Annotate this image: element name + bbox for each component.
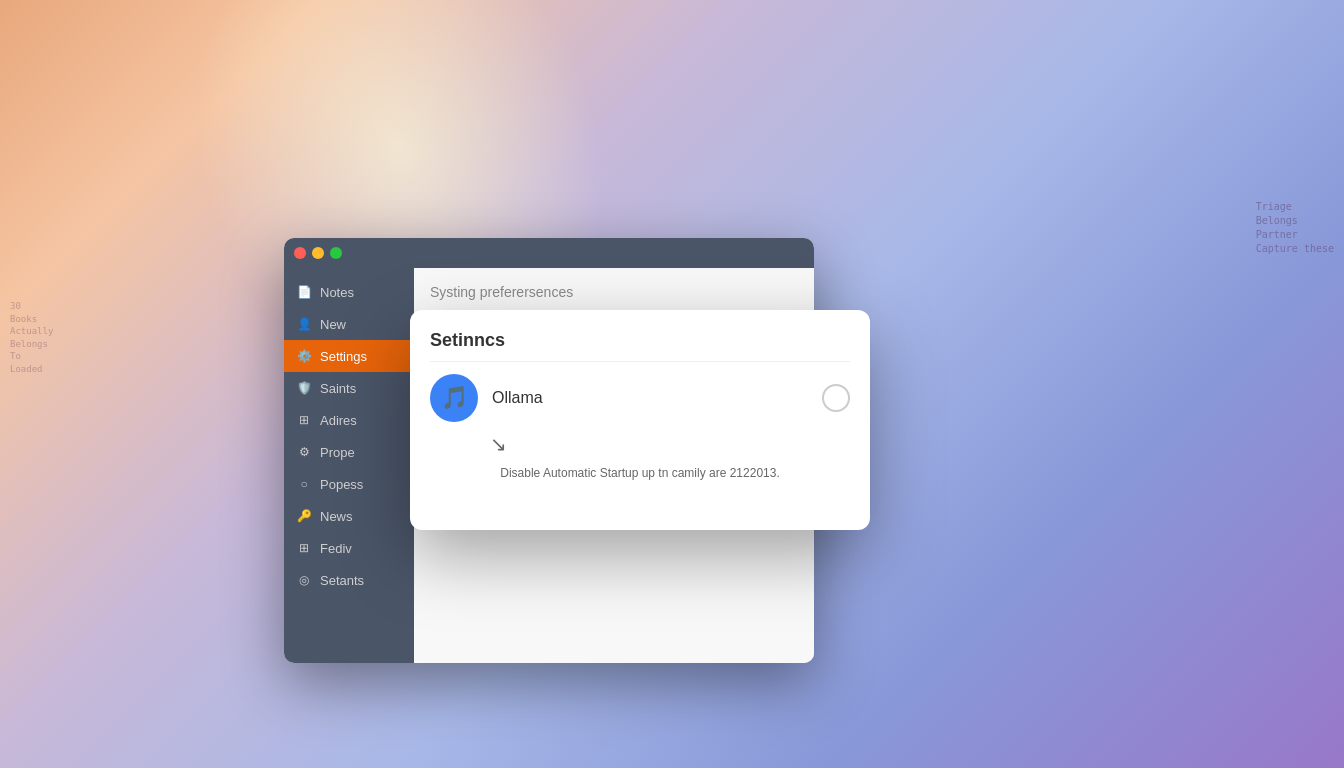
settings-dialog: Setinncs 🎵 Ollama ↘ Disable Automatic St…: [410, 310, 870, 530]
sidebar-item-popess[interactable]: ○ Popess: [284, 468, 414, 500]
adires-icon: ⊞: [296, 412, 312, 428]
arrow-icon: ↘: [490, 432, 850, 456]
sidebar-item-fediv[interactable]: ⊞ Fediv: [284, 532, 414, 564]
dialog-title: Setinncs: [430, 330, 850, 362]
sidebar-item-label: Setants: [320, 573, 364, 588]
sidebar-item-adires[interactable]: ⊞ Adires: [284, 404, 414, 436]
fediv-icon: ⊞: [296, 540, 312, 556]
sidebar-item-label: News: [320, 509, 353, 524]
maximize-button[interactable]: [330, 247, 342, 259]
dialog-description: Disable Automatic Startup up tn camily a…: [430, 466, 850, 480]
notes-icon: 📄: [296, 284, 312, 300]
sidebar-item-notes[interactable]: 📄 Notes: [284, 276, 414, 308]
popess-icon: ○: [296, 476, 312, 492]
minimize-button[interactable]: [312, 247, 324, 259]
sidebar-item-label: Settings: [320, 349, 367, 364]
window-titlebar: [284, 238, 814, 268]
sidebar-item-label: Popess: [320, 477, 363, 492]
sidebar-item-news[interactable]: 🔑 News: [284, 500, 414, 532]
news-icon: 🔑: [296, 508, 312, 524]
sidebar-item-setants[interactable]: ◎ Setants: [284, 564, 414, 596]
close-button[interactable]: [294, 247, 306, 259]
prope-icon: ⚙: [296, 444, 312, 460]
sidebar-item-label: New: [320, 317, 346, 332]
sidebar-item-label: Prope: [320, 445, 355, 460]
section-title: Systing preferersences: [430, 284, 798, 300]
sidebar-item-label: Adires: [320, 413, 357, 428]
setants-icon: ◎: [296, 572, 312, 588]
saints-icon: 🛡️: [296, 380, 312, 396]
new-icon: 👤: [296, 316, 312, 332]
sidebar-item-settings[interactable]: ⚙️ Settings: [284, 340, 414, 372]
sidebar-item-label: Notes: [320, 285, 354, 300]
sidebar-item-label: Saints: [320, 381, 356, 396]
sidebar-item-saints[interactable]: 🛡️ Saints: [284, 372, 414, 404]
dialog-app-row: 🎵 Ollama: [430, 374, 850, 422]
sidebar-item-new[interactable]: 👤 New: [284, 308, 414, 340]
settings-icon: ⚙️: [296, 348, 312, 364]
sidebar-item-label: Fediv: [320, 541, 352, 556]
app-icon-ollama: 🎵: [430, 374, 478, 422]
app-name-label: Ollama: [492, 389, 808, 407]
toggle-switch[interactable]: [822, 384, 850, 412]
sidebar: 📄 Notes 👤 New ⚙️ Settings 🛡️ Saints ⊞ Ad…: [284, 268, 414, 663]
sidebar-item-prope[interactable]: ⚙ Prope: [284, 436, 414, 468]
